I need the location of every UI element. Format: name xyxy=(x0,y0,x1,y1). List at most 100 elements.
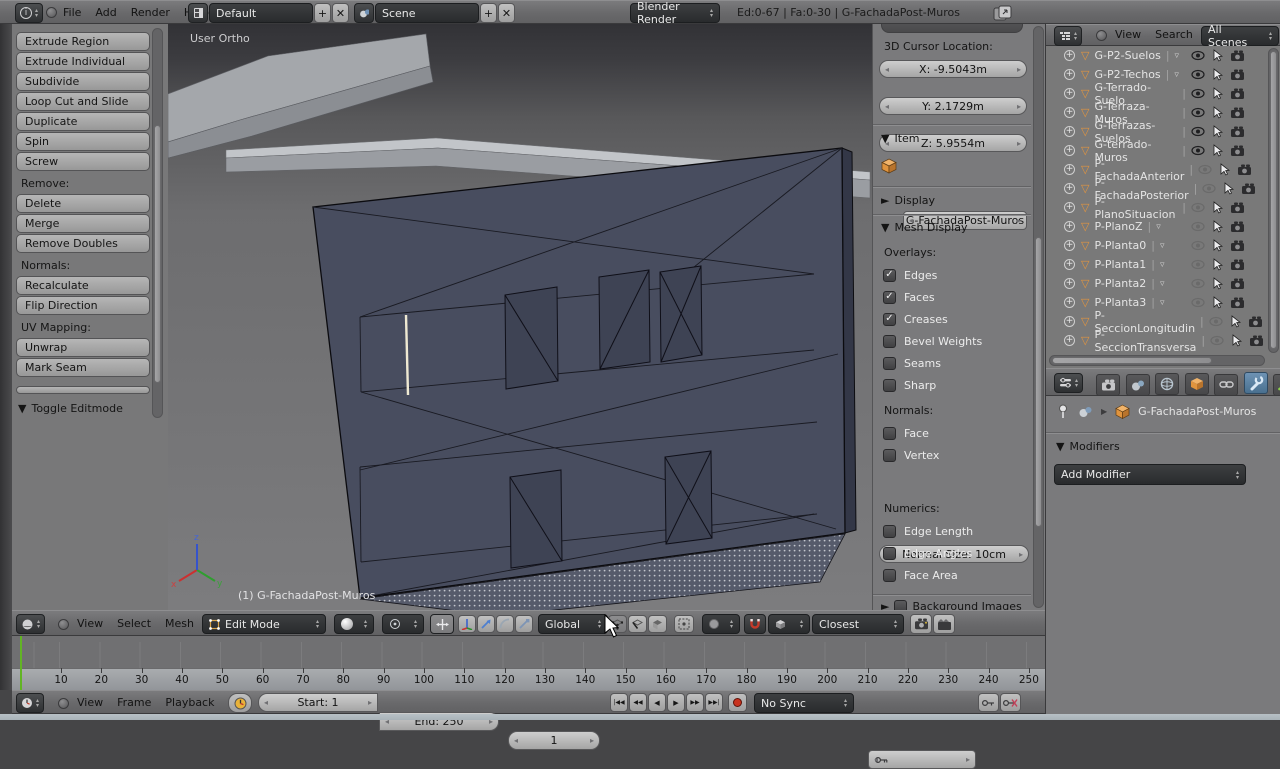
outliner-row[interactable]: + ▽ P-Planta1 | ▿ xyxy=(1046,255,1280,274)
tool-button[interactable]: Duplicate xyxy=(16,112,150,131)
visibility-eye-icon[interactable] xyxy=(1191,259,1205,270)
tab-modifiers[interactable] xyxy=(1244,372,1268,394)
insert-keyframe-button[interactable] xyxy=(978,693,999,712)
checkbox[interactable] xyxy=(883,291,896,304)
outliner-row[interactable]: + ▽ G-P2-Suelos | ▿ xyxy=(1046,46,1280,65)
editor-type-timeline-button[interactable]: ▴▾ xyxy=(16,693,44,713)
face-select-mode-button[interactable] xyxy=(648,615,667,633)
selectable-cursor-icon[interactable] xyxy=(1212,68,1223,81)
checkbox[interactable] xyxy=(883,379,896,392)
selectable-cursor-icon[interactable] xyxy=(1212,258,1223,271)
expand-icon[interactable]: + xyxy=(1064,240,1075,251)
playback-range-lock-button[interactable] xyxy=(228,693,252,713)
outliner-filter-select[interactable]: All Scenes▴▾ xyxy=(1201,26,1279,46)
scene-icon-button[interactable] xyxy=(354,3,374,23)
selectable-cursor-icon[interactable] xyxy=(1219,163,1230,176)
expand-icon[interactable]: + xyxy=(1064,278,1075,289)
object-name[interactable]: P-Planta1 xyxy=(1094,258,1146,271)
tab-constraints[interactable] xyxy=(1214,374,1238,396)
selectable-cursor-icon[interactable] xyxy=(1212,201,1223,214)
checkbox[interactable] xyxy=(883,525,896,538)
checkbox[interactable] xyxy=(883,335,896,348)
expand-icon[interactable]: + xyxy=(1064,221,1075,232)
viewport-3d[interactable]: x y z User Ortho (1) G-FachadaPost-Muros xyxy=(168,24,872,610)
selectable-cursor-icon[interactable] xyxy=(1223,182,1234,195)
tool-button[interactable]: Extrude Region xyxy=(16,32,150,51)
outliner-row[interactable]: + ▽ P-Planta2 | ▿ xyxy=(1046,274,1280,293)
checkbox-row[interactable]: Bevel Weights xyxy=(883,330,1027,352)
menu-item[interactable]: Mesh xyxy=(158,614,201,634)
record-button[interactable] xyxy=(728,693,747,712)
menu-item[interactable]: View xyxy=(70,614,110,634)
checkbox-row[interactable]: Seams xyxy=(883,352,1027,374)
expand-icon[interactable]: + xyxy=(1064,107,1075,118)
renderable-camera-icon[interactable] xyxy=(1230,297,1245,309)
mode-select[interactable]: Edit Mode▴▾ xyxy=(202,614,326,634)
tool-button-clipped[interactable] xyxy=(16,386,150,394)
checkbox-row[interactable]: Edges xyxy=(883,264,1027,286)
visibility-eye-icon[interactable] xyxy=(1210,335,1224,346)
checkbox[interactable] xyxy=(894,600,907,610)
tab-object[interactable] xyxy=(1185,373,1209,395)
checkbox-row[interactable]: Face Area xyxy=(883,564,1027,586)
outliner-row[interactable]: + ▽ P-PlanoSituacion | ▿ xyxy=(1046,198,1280,217)
visibility-eye-icon[interactable] xyxy=(1191,107,1205,118)
mesh-display-panel-header[interactable]: ▼Mesh Display xyxy=(881,221,967,234)
modifiers-panel-header[interactable]: ▼Modifiers xyxy=(1056,440,1120,453)
scene-name[interactable]: Scene xyxy=(375,3,479,23)
window-duplicate-icon[interactable] xyxy=(993,4,1013,22)
menu-item[interactable]: Search xyxy=(1148,25,1200,45)
manipulator-rotate-trackball-button[interactable] xyxy=(496,615,514,633)
menu-item[interactable]: View xyxy=(1108,25,1148,45)
tool-button[interactable]: Flip Direction xyxy=(16,296,150,315)
expand-icon[interactable]: + xyxy=(1064,88,1075,99)
tab-scene[interactable] xyxy=(1126,374,1150,396)
display-panel-header[interactable]: ►Display xyxy=(881,194,935,207)
outliner-v-scrollbar[interactable] xyxy=(1268,48,1279,353)
selectable-cursor-icon[interactable] xyxy=(1212,106,1223,119)
tab-render[interactable] xyxy=(1096,374,1120,396)
scrollbar-thumb[interactable] xyxy=(1270,51,1277,349)
opengl-render-animation-button[interactable] xyxy=(933,614,955,634)
renderable-camera-icon[interactable] xyxy=(1230,278,1245,290)
object-name[interactable]: P-Planta2 xyxy=(1094,277,1146,290)
tab-mesh-data[interactable] xyxy=(1273,374,1280,396)
checkbox-row[interactable]: Edge Angles xyxy=(883,542,1027,564)
expand-icon[interactable]: + xyxy=(1064,202,1075,213)
renderable-camera-icon[interactable] xyxy=(1230,145,1245,157)
delete-keyframe-button[interactable] xyxy=(1000,693,1021,712)
item-panel-header[interactable]: ▼Item xyxy=(881,132,920,145)
menu-item[interactable]: Add xyxy=(88,3,123,23)
object-name[interactable]: P-PlanoSituacion xyxy=(1094,195,1177,221)
checkbox-row[interactable]: Edge Length xyxy=(883,520,1027,542)
tool-button[interactable]: Subdivide xyxy=(16,72,150,91)
visibility-eye-icon[interactable] xyxy=(1191,297,1205,308)
outliner-row[interactable]: + ▽ P-Planta0 | ▿ xyxy=(1046,236,1280,255)
tab-world[interactable] xyxy=(1155,373,1179,395)
tool-button[interactable]: Delete xyxy=(16,194,150,213)
checkbox[interactable] xyxy=(883,569,896,582)
manipulator-translate-button[interactable] xyxy=(458,615,476,633)
menu-item[interactable]: Render xyxy=(124,3,177,23)
renderable-camera-icon[interactable] xyxy=(1230,107,1245,119)
selectable-cursor-icon[interactable] xyxy=(1212,239,1223,252)
expand-icon[interactable]: + xyxy=(1064,50,1075,61)
delete-layout-button[interactable]: ✕ xyxy=(332,3,349,23)
operator-panel-header[interactable]: ▼Toggle Editmode xyxy=(18,402,123,415)
expand-icon[interactable]: + xyxy=(1064,183,1075,194)
current-frame-indicator[interactable] xyxy=(20,636,22,690)
renderable-camera-icon[interactable] xyxy=(1230,221,1245,233)
menu-item[interactable]: Frame xyxy=(110,693,158,713)
checkbox[interactable] xyxy=(883,269,896,282)
snap-toggle-button[interactable] xyxy=(744,614,766,634)
scrollbar-thumb[interactable] xyxy=(1035,237,1042,527)
object-name[interactable]: P-SeccionTransversa xyxy=(1094,328,1196,354)
opengl-render-image-button[interactable] xyxy=(910,614,932,634)
checkbox[interactable] xyxy=(883,357,896,370)
next-keyframe-button[interactable]: ▶▶ xyxy=(686,693,704,712)
renderable-camera-icon[interactable] xyxy=(1230,126,1245,138)
limit-to-visible-button[interactable] xyxy=(674,615,694,633)
renderable-camera-icon[interactable] xyxy=(1230,69,1245,81)
renderable-camera-icon[interactable] xyxy=(1249,335,1264,347)
proportional-edit-select[interactable]: ▴▾ xyxy=(702,614,740,634)
